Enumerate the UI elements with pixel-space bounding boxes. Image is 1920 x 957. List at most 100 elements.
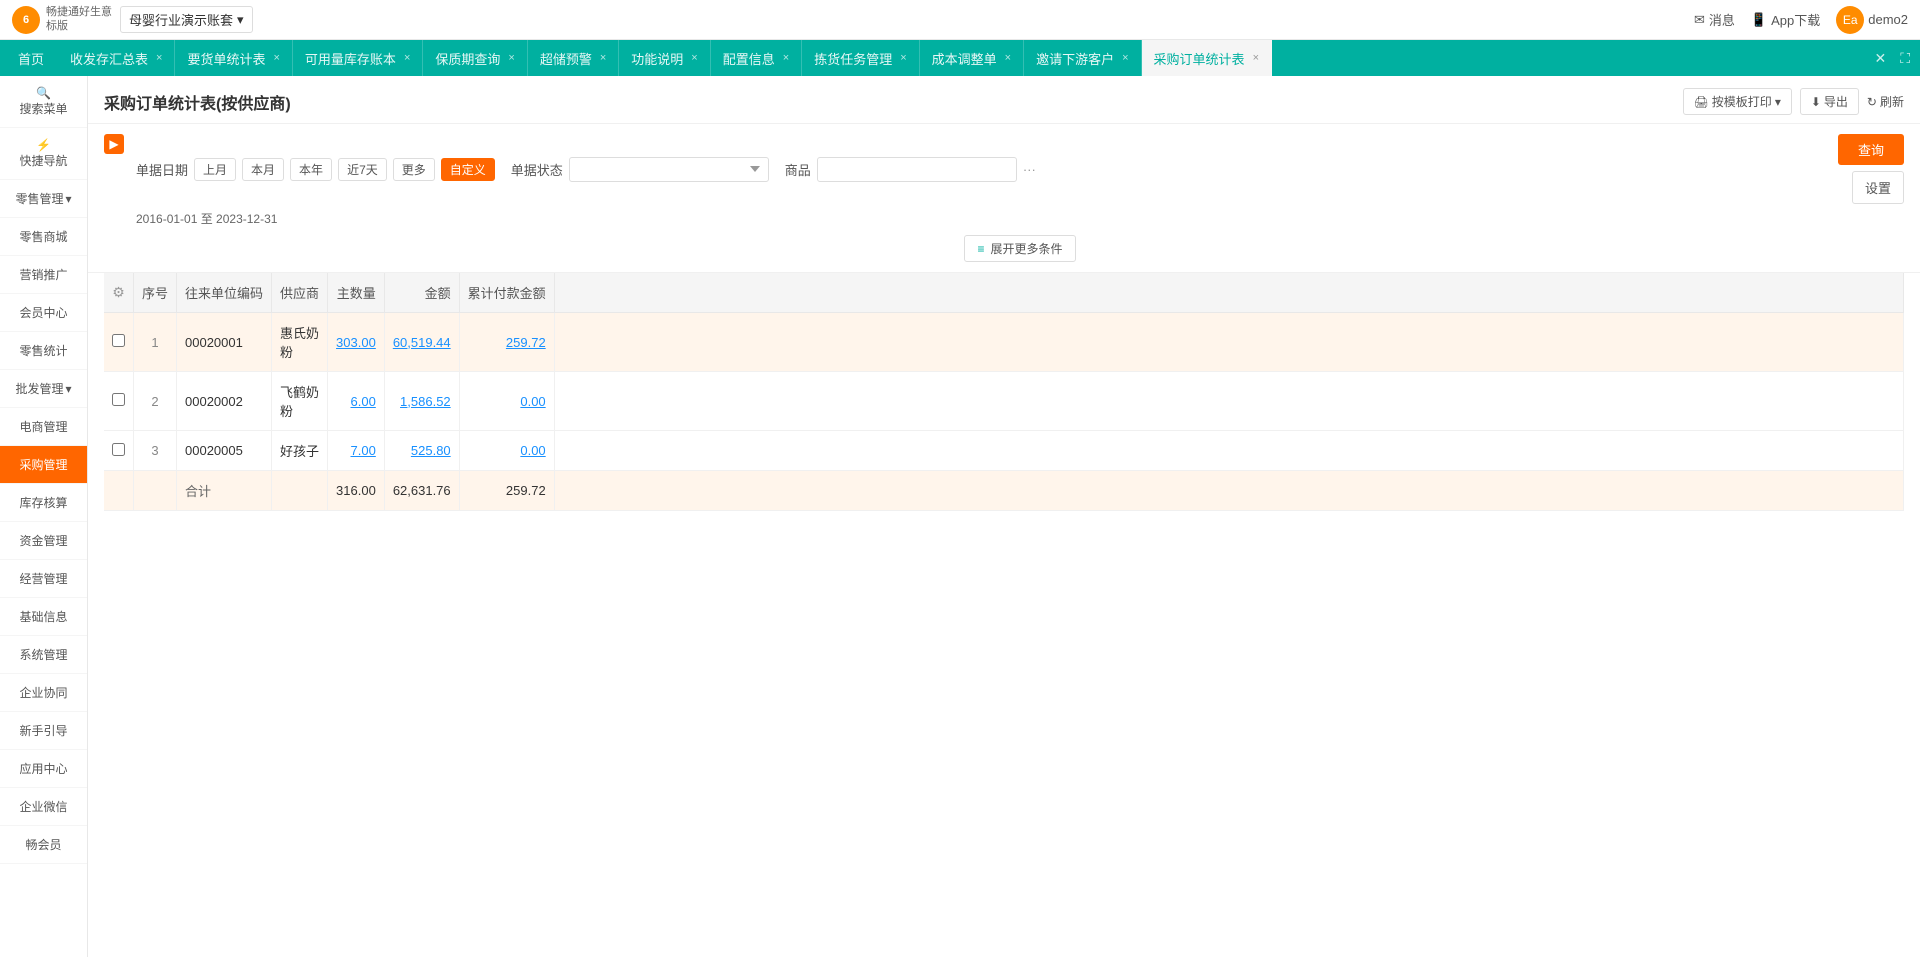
row-code: 00020005 xyxy=(177,431,272,471)
date-btn-more[interactable]: 更多 xyxy=(393,158,435,181)
amount-link[interactable]: 1,586.52 xyxy=(400,394,451,409)
sidebar-item-operations[interactable]: 经营管理 xyxy=(0,560,87,598)
date-custom-label[interactable]: 自定义 xyxy=(441,158,495,181)
tab-yaoqing[interactable]: 邀请下游客户 × xyxy=(1024,40,1141,76)
row-extra xyxy=(554,313,1903,372)
tab-peizhi[interactable]: 配置信息 × xyxy=(711,40,802,76)
tab-caigou-active[interactable]: 采购订单统计表 × xyxy=(1142,40,1272,76)
col-settings[interactable]: ⚙ xyxy=(104,273,134,313)
qty-link[interactable]: 303.00 xyxy=(336,335,376,350)
row-checkbox-input[interactable] xyxy=(112,334,125,347)
tab-jianhuo[interactable]: 拣货任务管理 × xyxy=(802,40,919,76)
query-button[interactable]: 查询 xyxy=(1838,134,1904,165)
date-btn-7days[interactable]: 近7天 xyxy=(338,158,387,181)
sidebar-item-retail-mgmt[interactable]: 零售管理 ▾ xyxy=(0,180,87,218)
paid-link[interactable]: 259.72 xyxy=(506,335,546,350)
date-filter: 单据日期 上月 本月 本年 近7天 更多 自定义 xyxy=(136,158,495,181)
close-icon[interactable]: × xyxy=(691,52,697,64)
qty-link[interactable]: 6.00 xyxy=(351,394,376,409)
goods-input[interactable] xyxy=(817,157,1017,182)
sidebar-item-purchase[interactable]: 采购管理 xyxy=(0,446,87,484)
close-icon[interactable]: × xyxy=(1253,52,1259,64)
close-window-icon[interactable]: ✕ xyxy=(1868,48,1892,69)
close-icon[interactable]: × xyxy=(783,52,789,64)
nav-icon: ⚡ xyxy=(6,138,81,152)
sidebar-item-finance[interactable]: 资金管理 xyxy=(0,522,87,560)
close-icon[interactable]: × xyxy=(508,52,514,64)
tab-yaohuo[interactable]: 要货单统计表 × xyxy=(175,40,292,76)
row-checkbox-input[interactable] xyxy=(112,393,125,406)
user-avatar[interactable]: Ea demo2 xyxy=(1836,6,1908,34)
expand-filters-button[interactable]: ≡ 展开更多条件 xyxy=(964,235,1075,262)
workspace-selector[interactable]: 母婴行业演示账套 ▾ xyxy=(120,6,253,33)
row-code: 00020001 xyxy=(177,313,272,372)
sidebar-item-marketing[interactable]: 营销推广 xyxy=(0,256,87,294)
amount-link[interactable]: 60,519.44 xyxy=(393,335,451,350)
print-icon: 🖨 xyxy=(1694,95,1709,109)
table-row: 1 00020001 惠氏奶粉 303.00 60,519.44 259.72 xyxy=(104,313,1904,372)
chevron-down-icon: ▾ xyxy=(237,12,244,28)
sidebar-item-retail-shop[interactable]: 零售商城 xyxy=(0,218,87,256)
close-icon[interactable]: × xyxy=(273,52,279,64)
status-select[interactable] xyxy=(569,157,769,182)
phone-icon: 📱 xyxy=(1751,12,1767,28)
row-paid: 259.72 xyxy=(459,313,554,372)
row-checkbox-input[interactable] xyxy=(112,443,125,456)
sidebar-item-ecommerce[interactable]: 电商管理 xyxy=(0,408,87,446)
footer-label: 合计 xyxy=(177,471,272,511)
print-button[interactable]: 🖨 按模板打印 ▾ xyxy=(1683,88,1792,115)
close-icon[interactable]: × xyxy=(600,52,606,64)
sidebar-item-newguide[interactable]: 新手引导 xyxy=(0,712,87,750)
close-icon[interactable]: × xyxy=(1122,52,1128,64)
sidebar-item-member[interactable]: 会员中心 xyxy=(0,294,87,332)
date-btn-this-year[interactable]: 本年 xyxy=(290,158,332,181)
message-button[interactable]: ✉ 消息 xyxy=(1694,10,1735,29)
page-header-actions: 🖨 按模板打印 ▾ ⬇ 导出 ↻ 刷新 xyxy=(1683,88,1904,115)
more-icon[interactable]: ··· xyxy=(1023,162,1036,177)
settings-button[interactable]: 设置 xyxy=(1852,171,1904,204)
close-icon[interactable]: × xyxy=(1005,52,1011,64)
tab-shoufacun[interactable]: 收发存汇总表 × xyxy=(58,40,175,76)
tab-chaochuyujing[interactable]: 超储预警 × xyxy=(528,40,619,76)
row-amount: 1,586.52 xyxy=(384,372,459,431)
tab-gongneng[interactable]: 功能说明 × xyxy=(619,40,710,76)
data-table: ⚙ 序号 往来单位编码 供应商 主数量 金额 累计付款金额 xyxy=(104,273,1904,511)
sidebar-item-retail-stats[interactable]: 零售统计 xyxy=(0,332,87,370)
amount-link[interactable]: 525.80 xyxy=(411,443,451,458)
sidebar-item-wholesale[interactable]: 批发管理 ▾ xyxy=(0,370,87,408)
close-icon[interactable]: × xyxy=(404,52,410,64)
row-checkbox[interactable] xyxy=(104,431,134,471)
sidebar-item-search[interactable]: 🔍 搜索菜单 xyxy=(0,76,87,128)
sidebar-item-inventory[interactable]: 库存核算 xyxy=(0,484,87,522)
top-bar-right: ✉ 消息 📱 App下载 Ea demo2 xyxy=(1694,6,1908,34)
row-amount: 525.80 xyxy=(384,431,459,471)
sidebar-item-quick-nav[interactable]: ⚡ 快捷导航 xyxy=(0,128,87,180)
sidebar-item-basics[interactable]: 基础信息 xyxy=(0,598,87,636)
close-icon[interactable]: × xyxy=(156,52,162,64)
tab-keyongliang[interactable]: 可用量库存账本 × xyxy=(293,40,423,76)
tab-chengben[interactable]: 成本调整单 × xyxy=(920,40,1024,76)
sidebar-item-vip[interactable]: 畅会员 xyxy=(0,826,87,864)
maximize-icon[interactable]: ⛶ xyxy=(1894,48,1916,69)
sidebar-item-enterprise[interactable]: 企业协同 xyxy=(0,674,87,712)
toggle-filter-button[interactable]: ▶ xyxy=(104,134,124,154)
logo-text: 畅捷通好生意 标版 xyxy=(46,6,112,32)
date-quick-buttons: 上月 本月 本年 近7天 更多 自定义 xyxy=(194,158,495,181)
tab-home[interactable]: 首页 xyxy=(4,40,58,76)
qty-link[interactable]: 7.00 xyxy=(351,443,376,458)
paid-link[interactable]: 0.00 xyxy=(520,394,545,409)
row-checkbox[interactable] xyxy=(104,313,134,372)
close-icon[interactable]: × xyxy=(900,52,906,64)
sidebar-item-appcenter[interactable]: 应用中心 xyxy=(0,750,87,788)
sidebar-item-system[interactable]: 系统管理 xyxy=(0,636,87,674)
row-checkbox[interactable] xyxy=(104,372,134,431)
export-button[interactable]: ⬇ 导出 xyxy=(1800,88,1859,115)
paid-link[interactable]: 0.00 xyxy=(520,443,545,458)
row-extra xyxy=(554,372,1903,431)
date-btn-this-month[interactable]: 本月 xyxy=(242,158,284,181)
app-download-button[interactable]: 📱 App下载 xyxy=(1751,10,1820,29)
sidebar-item-wechat[interactable]: 企业微信 xyxy=(0,788,87,826)
tab-baozhi[interactable]: 保质期查询 × xyxy=(423,40,527,76)
date-btn-last-month[interactable]: 上月 xyxy=(194,158,236,181)
refresh-button[interactable]: ↻ 刷新 xyxy=(1867,93,1904,110)
